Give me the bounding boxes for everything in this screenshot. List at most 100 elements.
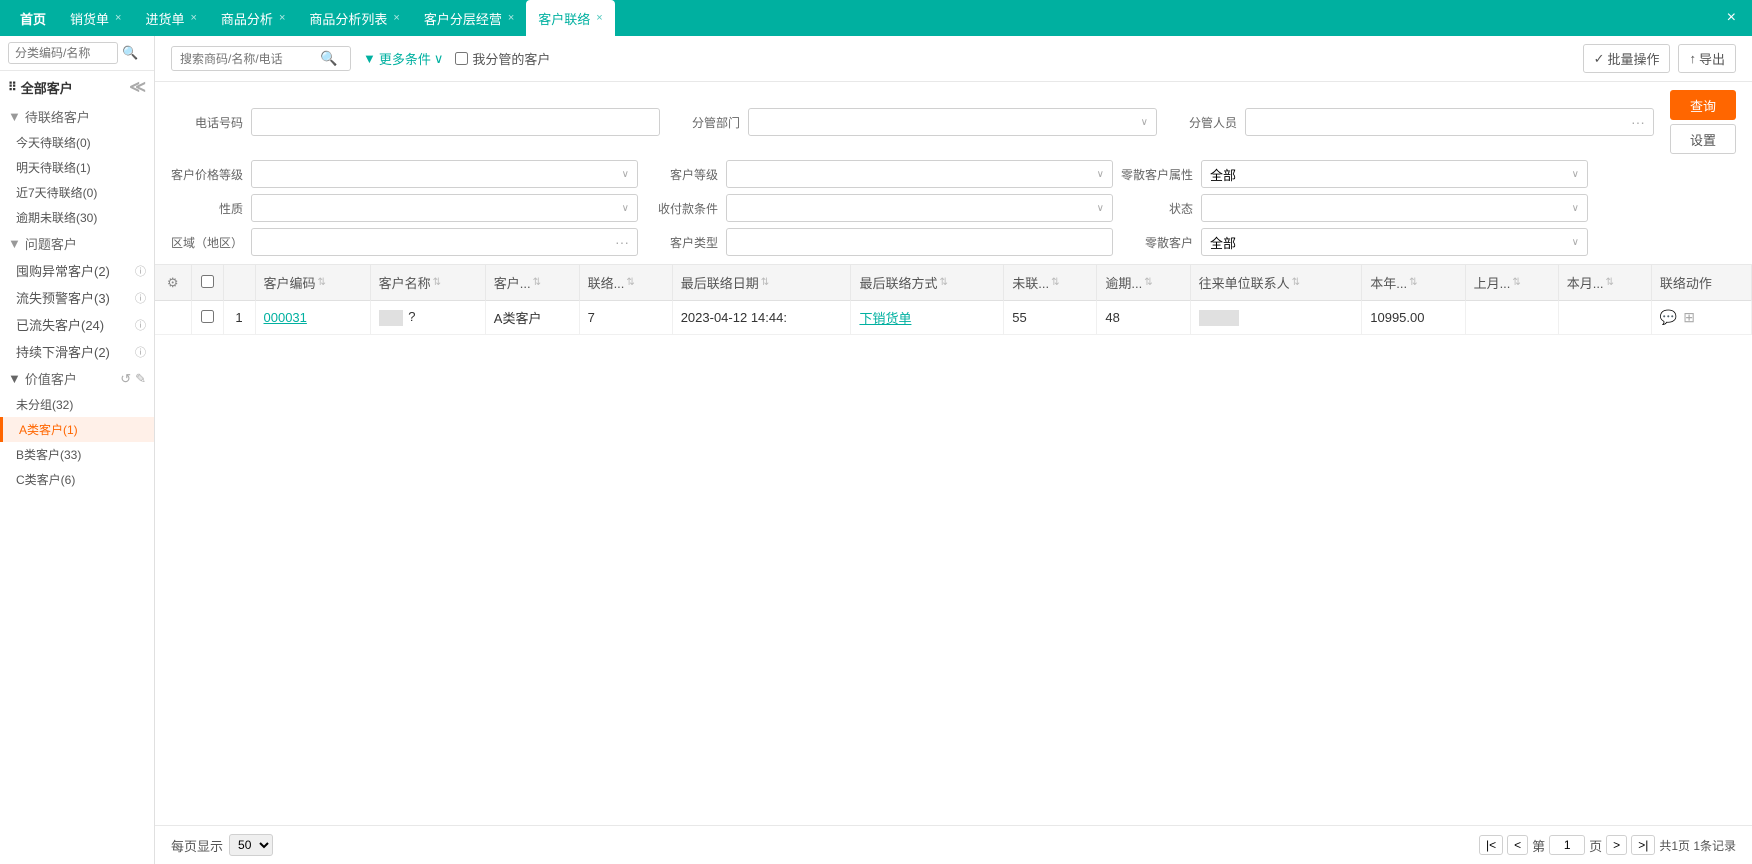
sidebar-collapse-icon[interactable]: ≪ [129, 77, 146, 97]
sidebar-item-class-c[interactable]: C类客户(6) [0, 467, 154, 492]
sort-contact-icon[interactable]: ⇅ [626, 277, 634, 288]
sort-date-icon[interactable]: ⇅ [761, 277, 769, 288]
sidebar-item-overdue-contact[interactable]: 逾期未联络(30) [0, 205, 154, 230]
close-customer-contact-icon[interactable]: × [596, 12, 602, 24]
contact-method-link[interactable]: 下销货单 [859, 311, 911, 326]
filter-bar-actions: ✓ 批量操作 ↑ 导出 [1583, 44, 1736, 73]
row-select-checkbox[interactable] [201, 310, 214, 323]
more-action-icon[interactable]: ⊞ [1683, 309, 1695, 326]
sort-code-icon[interactable]: ⇅ [318, 277, 326, 288]
chat-action-icon[interactable]: 💬 [1660, 309, 1677, 326]
col-this-month: 本月... ⇅ [1558, 265, 1651, 301]
customer-type-select[interactable] [726, 228, 1113, 256]
retail-select[interactable]: 全部 ∨ [1201, 228, 1588, 256]
region-label: 区域（地区） [171, 234, 251, 251]
sidebar-group-problem[interactable]: ▼ 问题客户 [0, 230, 154, 257]
person-dots-icon[interactable]: ··· [1631, 114, 1645, 130]
close-all-tabs-button[interactable]: × [1719, 9, 1744, 27]
sidebar-group-pending[interactable]: ▼ 待联络客户 [0, 103, 154, 130]
nav-tab-home[interactable]: 首页 [8, 0, 58, 36]
close-customer-tier-icon[interactable]: × [508, 12, 514, 24]
nav-tab-goods-list[interactable]: 商品分析列表 × [297, 0, 411, 36]
sidebar-item-declining[interactable]: 持续下滑客户(2) ⓘ [0, 338, 154, 365]
col-contact: 联络... ⇅ [579, 265, 672, 301]
retail-label: 零散客户 [1121, 234, 1201, 251]
sidebar-item-class-a[interactable]: A类客户(1) [0, 417, 154, 442]
sidebar-item-churn-warning[interactable]: 流失预警客户(3) ⓘ [0, 284, 154, 311]
payment-select[interactable]: ∨ [726, 194, 1113, 222]
col-this-year: 本年... ⇅ [1362, 265, 1465, 301]
next-page-button[interactable]: > [1606, 835, 1627, 855]
my-customers-checkbox[interactable] [455, 52, 468, 65]
person-select[interactable]: ··· [1245, 108, 1654, 136]
last-page-button[interactable]: >| [1631, 835, 1655, 855]
per-page-select[interactable]: 50 [229, 834, 273, 856]
region-dots-icon[interactable]: ··· [615, 234, 629, 250]
sort-no-contact-icon[interactable]: ⇅ [1051, 277, 1059, 288]
sidebar-group-value[interactable]: ▼ 价值客户 ↺ ✎ [0, 365, 154, 392]
nav-tab-customer-contact[interactable]: 客户联络 × [526, 0, 614, 36]
retail-attr-select[interactable]: 全部 ∨ [1201, 160, 1588, 188]
batch-operation-button[interactable]: ✓ 批量操作 [1583, 44, 1671, 73]
sort-last-month-icon[interactable]: ⇅ [1512, 277, 1520, 288]
per-page-area: 每页显示 50 [171, 834, 273, 856]
sidebar-item-tomorrow-pending[interactable]: 明天待联络(1) [0, 155, 154, 180]
query-button[interactable]: 查询 [1670, 90, 1736, 120]
gear-icon[interactable]: ⚙ [167, 275, 179, 290]
sidebar-item-7days-pending[interactable]: 近7天待联络(0) [0, 180, 154, 205]
close-purchase-icon[interactable]: × [190, 12, 196, 24]
sidebar-item-abnormal-purchase[interactable]: 囤购异常客户(2) ⓘ [0, 257, 154, 284]
nav-tab-customer-tier[interactable]: 客户分层经营 × [412, 0, 526, 36]
nature-select[interactable]: ∨ [251, 194, 638, 222]
sidebar-item-today-pending[interactable]: 今天待联络(0) [0, 130, 154, 155]
col-action: 联络动作 [1651, 265, 1751, 301]
edit-icon[interactable]: ✎ [135, 371, 146, 387]
col-no-contact: 未联... ⇅ [1004, 265, 1097, 301]
sidebar-item-class-b[interactable]: B类客户(33) [0, 442, 154, 467]
select-all-checkbox[interactable] [201, 275, 214, 288]
export-button[interactable]: ↑ 导出 [1678, 44, 1736, 73]
customer-type-field-group: 客户类型 [646, 228, 1113, 256]
sort-type-icon[interactable]: ⇅ [533, 277, 541, 288]
sort-name-icon[interactable]: ⇅ [433, 277, 441, 288]
sort-year-icon[interactable]: ⇅ [1409, 277, 1417, 288]
sort-overdue-icon[interactable]: ⇅ [1144, 277, 1152, 288]
row-action-icons: 💬 ⊞ [1660, 309, 1743, 326]
nav-tab-sales[interactable]: 销货单 × [58, 0, 133, 36]
prev-page-button[interactable]: < [1507, 835, 1528, 855]
payment-chevron-icon: ∨ [1097, 203, 1104, 214]
customer-code-link[interactable]: 000031 [264, 310, 307, 325]
region-select[interactable]: ··· [251, 228, 638, 256]
col-last-contact-date: 最后联络日期 ⇅ [672, 265, 851, 301]
search-icon-main[interactable]: 🔍 [320, 50, 337, 67]
col-last-month: 上月... ⇅ [1465, 265, 1558, 301]
nav-tab-goods-analysis[interactable]: 商品分析 × [209, 0, 297, 36]
status-field-group: 状态 ∨ [1121, 194, 1588, 222]
settings-button[interactable]: 设置 [1670, 124, 1736, 154]
sort-this-month-icon[interactable]: ⇅ [1606, 277, 1614, 288]
close-sales-icon[interactable]: × [115, 12, 121, 24]
close-goods-list-icon[interactable]: × [393, 12, 399, 24]
search-input[interactable] [180, 52, 320, 66]
row-unit-contact [1190, 301, 1362, 335]
sort-method-icon[interactable]: ⇅ [939, 277, 947, 288]
more-conditions-button[interactable]: ▼ 更多条件 ∨ [363, 49, 443, 68]
sidebar-search-input[interactable] [8, 42, 118, 64]
phone-input[interactable] [251, 108, 660, 136]
nav-tab-purchase[interactable]: 进货单 × [133, 0, 208, 36]
status-select[interactable]: ∨ [1201, 194, 1588, 222]
sidebar-search-icon[interactable]: 🔍 [122, 45, 138, 61]
first-page-button[interactable]: |< [1479, 835, 1503, 855]
sidebar-item-churned[interactable]: 已流失客户(24) ⓘ [0, 311, 154, 338]
sidebar-all-customers[interactable]: ⠿ 全部客户 ≪ [0, 71, 154, 103]
dept-select[interactable]: ∨ [748, 108, 1157, 136]
chevron-down-icon: ▼ [8, 109, 21, 124]
phone-label: 电话号码 [171, 114, 251, 131]
refresh-icon[interactable]: ↺ [120, 371, 131, 387]
price-level-select[interactable]: ∨ [251, 160, 638, 188]
sort-unit-icon[interactable]: ⇅ [1292, 277, 1300, 288]
close-goods-analysis-icon[interactable]: × [279, 12, 285, 24]
page-number-input[interactable] [1549, 835, 1585, 855]
customer-level-select[interactable]: ∨ [726, 160, 1113, 188]
sidebar-item-ungrouped[interactable]: 未分组(32) [0, 392, 154, 417]
